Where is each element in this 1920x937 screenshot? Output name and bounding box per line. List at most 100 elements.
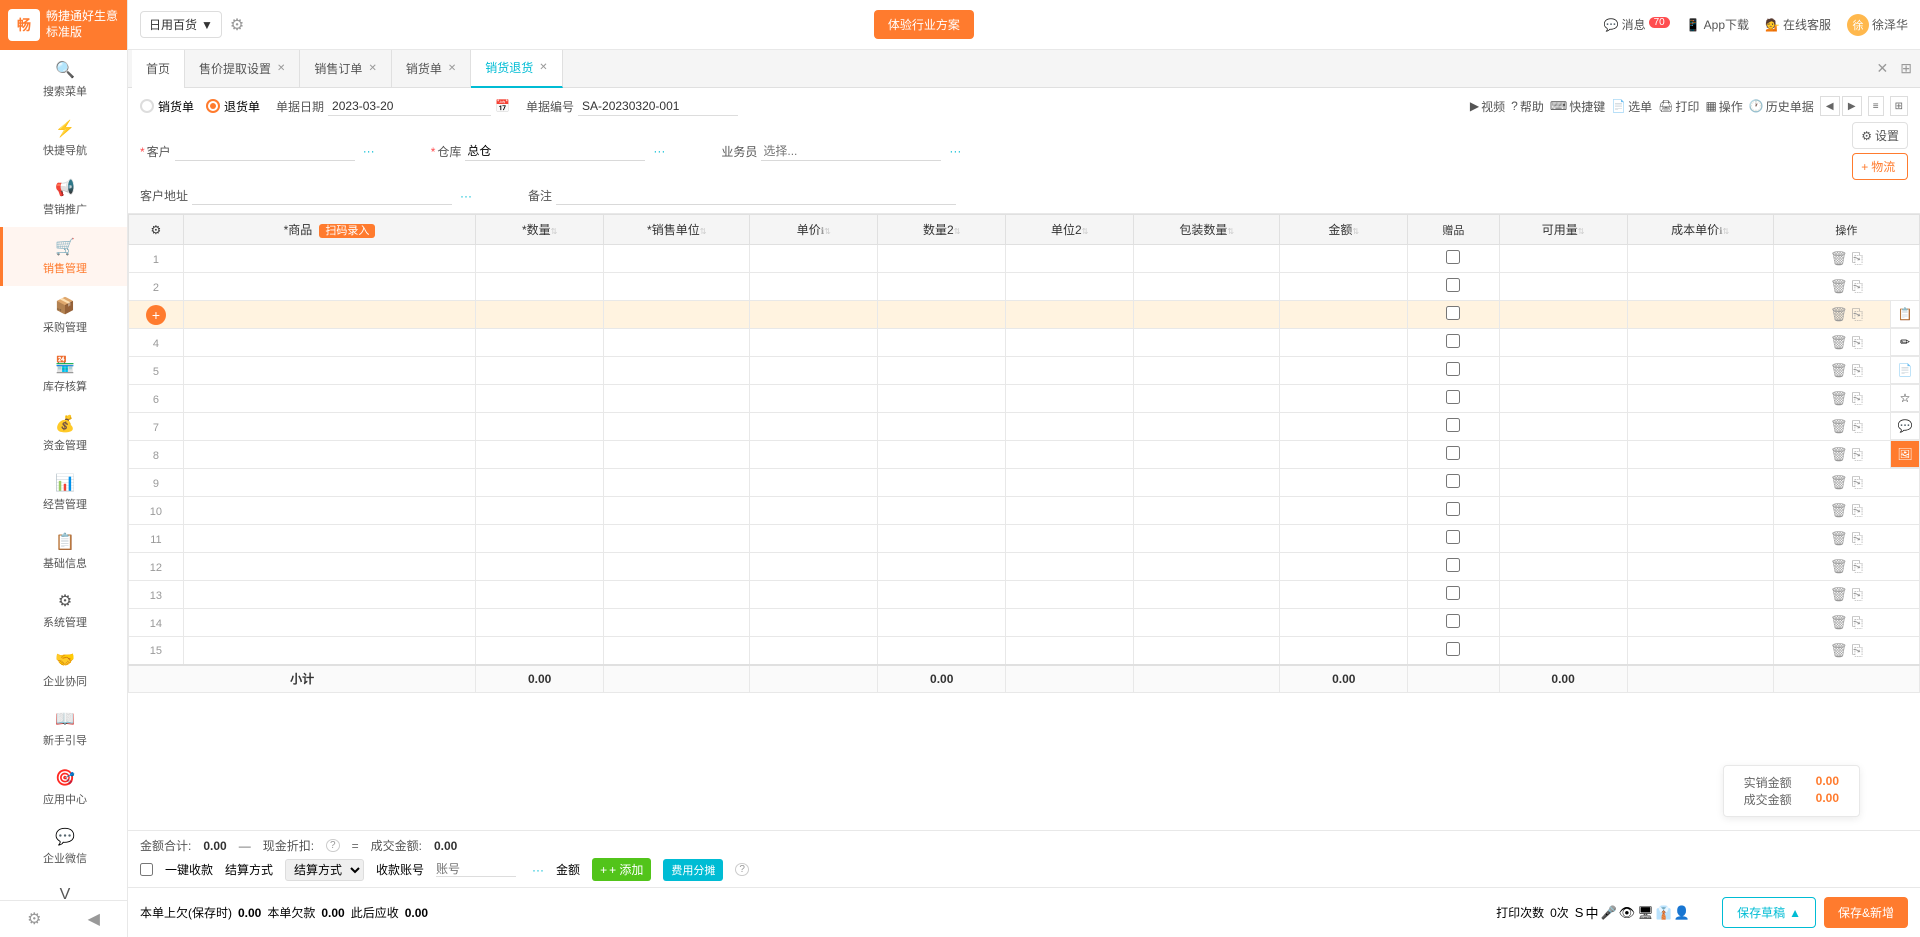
float-btn-6[interactable]: 🖼 bbox=[1890, 440, 1920, 468]
gift-checkbox[interactable] bbox=[1446, 390, 1460, 404]
delete-row-btn[interactable]: 🗑 bbox=[1830, 446, 1848, 462]
unit2-cell[interactable] bbox=[1006, 301, 1134, 329]
unit-price-cell[interactable] bbox=[750, 553, 878, 581]
unit-price-cell[interactable] bbox=[750, 245, 878, 273]
cost-price-cell[interactable] bbox=[1627, 553, 1773, 581]
amount-cell[interactable] bbox=[1280, 413, 1408, 441]
operate-btn[interactable]: ▦ 操作 bbox=[1705, 98, 1742, 115]
sales-unit-cell[interactable] bbox=[604, 329, 750, 357]
unit-price-cell[interactable] bbox=[750, 413, 878, 441]
sidebar-item-finance[interactable]: 💰 资金管理 bbox=[0, 404, 127, 463]
unit-price-cell[interactable] bbox=[750, 469, 878, 497]
quantity2-cell[interactable] bbox=[878, 357, 1006, 385]
unit-price-cell[interactable] bbox=[750, 301, 878, 329]
quantity-cell[interactable] bbox=[476, 609, 604, 637]
pack-qty-cell[interactable] bbox=[1134, 301, 1280, 329]
amount-cell[interactable] bbox=[1280, 553, 1408, 581]
product-cell[interactable] bbox=[183, 581, 475, 609]
quantity-cell[interactable] bbox=[476, 385, 604, 413]
copy-row-btn[interactable]: ⎘ bbox=[1852, 530, 1863, 546]
try-industry-btn[interactable]: 体验行业方案 bbox=[874, 10, 974, 39]
amount-cell[interactable] bbox=[1280, 609, 1408, 637]
quantity2-cell[interactable] bbox=[878, 301, 1006, 329]
sidebar-item-search[interactable]: 🔍 搜索菜单 bbox=[0, 50, 127, 109]
available-cell[interactable] bbox=[1499, 581, 1627, 609]
app-download-btn[interactable]: 📱 App下载 bbox=[1686, 16, 1749, 33]
account-input[interactable] bbox=[436, 862, 516, 877]
available-cell[interactable] bbox=[1499, 637, 1627, 665]
pack-qty-cell[interactable] bbox=[1134, 525, 1280, 553]
unit2-cell[interactable] bbox=[1006, 581, 1134, 609]
unit-price-cell[interactable] bbox=[750, 357, 878, 385]
gift-checkbox[interactable] bbox=[1446, 278, 1460, 292]
online-service-btn[interactable]: 💁 在线客服 bbox=[1765, 16, 1831, 33]
copy-row-btn[interactable]: ⎘ bbox=[1852, 418, 1863, 434]
amount-cell[interactable] bbox=[1280, 273, 1408, 301]
pack-qty-cell[interactable] bbox=[1134, 245, 1280, 273]
copy-row-btn[interactable]: ⎘ bbox=[1852, 642, 1863, 658]
float-btn-5[interactable]: 💬 bbox=[1890, 412, 1920, 440]
copy-row-btn[interactable]: ⎘ bbox=[1852, 614, 1863, 630]
warehouse-picker-icon[interactable]: ··· bbox=[653, 144, 665, 158]
sidebar-item-corp[interactable]: 🤝 企业协同 bbox=[0, 640, 127, 699]
cost-price-cell[interactable] bbox=[1627, 525, 1773, 553]
pack-qty-cell[interactable] bbox=[1134, 357, 1280, 385]
cost-price-cell[interactable] bbox=[1627, 609, 1773, 637]
delete-row-btn[interactable]: 🗑 bbox=[1830, 586, 1848, 602]
sales-unit-cell[interactable] bbox=[604, 273, 750, 301]
quantity-cell[interactable] bbox=[476, 329, 604, 357]
sales-unit-cell[interactable] bbox=[604, 245, 750, 273]
unit-price-cell[interactable] bbox=[750, 385, 878, 413]
add-row-btn[interactable]: + bbox=[146, 305, 166, 325]
copy-row-btn[interactable]: ⎘ bbox=[1852, 250, 1863, 266]
available-cell[interactable] bbox=[1499, 245, 1627, 273]
delete-row-btn[interactable]: 🗑 bbox=[1830, 250, 1848, 266]
product-cell[interactable] bbox=[183, 497, 475, 525]
tab-home[interactable]: 首页 bbox=[132, 50, 185, 88]
toolbar-icon-mic[interactable]: 🎤 bbox=[1600, 905, 1616, 921]
product-cell[interactable] bbox=[183, 609, 475, 637]
copy-row-btn[interactable]: ⎘ bbox=[1852, 446, 1863, 462]
unit2-cell[interactable] bbox=[1006, 497, 1134, 525]
pack-qty-cell[interactable] bbox=[1134, 469, 1280, 497]
gift-checkbox[interactable] bbox=[1446, 446, 1460, 460]
delete-row-btn[interactable]: 🗑 bbox=[1830, 642, 1848, 658]
unit-price-cell[interactable] bbox=[750, 273, 878, 301]
gift-checkbox[interactable] bbox=[1446, 250, 1460, 264]
pack-qty-cell[interactable] bbox=[1134, 609, 1280, 637]
calendar-icon[interactable]: 📅 bbox=[495, 99, 510, 113]
quantity-cell[interactable] bbox=[476, 525, 604, 553]
tab-sales[interactable]: 销货单 ✕ bbox=[392, 50, 471, 88]
delete-row-btn[interactable]: 🗑 bbox=[1830, 418, 1848, 434]
gift-cell[interactable] bbox=[1408, 441, 1499, 469]
sales-unit-cell[interactable] bbox=[604, 441, 750, 469]
available-cell[interactable] bbox=[1499, 609, 1627, 637]
copy-row-btn[interactable]: ⎘ bbox=[1852, 586, 1863, 602]
toolbar-icon-eye[interactable]: 👁 bbox=[1619, 905, 1636, 921]
address-picker-icon[interactable]: ··· bbox=[460, 189, 472, 203]
sidebar-item-quick-nav[interactable]: ⚡ 快捷导航 bbox=[0, 109, 127, 168]
quantity2-cell[interactable] bbox=[878, 525, 1006, 553]
gift-cell[interactable] bbox=[1408, 329, 1499, 357]
unit2-cell[interactable] bbox=[1006, 245, 1134, 273]
quantity-cell[interactable] bbox=[476, 637, 604, 665]
gift-cell[interactable] bbox=[1408, 553, 1499, 581]
quantity-cell[interactable] bbox=[476, 497, 604, 525]
video-btn[interactable]: ▶ 视频 bbox=[1470, 98, 1505, 115]
cost-price-cell[interactable] bbox=[1627, 497, 1773, 525]
sidebar-settings-btn[interactable]: ⚙ bbox=[27, 909, 41, 929]
quantity2-cell[interactable] bbox=[878, 609, 1006, 637]
tab-sales-order[interactable]: 销售订单 ✕ bbox=[300, 50, 391, 88]
product-cell[interactable] bbox=[183, 441, 475, 469]
amount-cell[interactable] bbox=[1280, 329, 1408, 357]
unit2-cell[interactable] bbox=[1006, 553, 1134, 581]
copy-row-btn[interactable]: ⎘ bbox=[1852, 306, 1863, 322]
pack-qty-cell[interactable] bbox=[1134, 497, 1280, 525]
customer-picker-icon[interactable]: ··· bbox=[363, 144, 375, 158]
unit2-cell[interactable] bbox=[1006, 273, 1134, 301]
cost-price-cell[interactable] bbox=[1627, 385, 1773, 413]
amount-cell[interactable] bbox=[1280, 525, 1408, 553]
float-btn-3[interactable]: 📄 bbox=[1890, 356, 1920, 384]
gift-checkbox[interactable] bbox=[1446, 502, 1460, 516]
pack-qty-cell[interactable] bbox=[1134, 385, 1280, 413]
